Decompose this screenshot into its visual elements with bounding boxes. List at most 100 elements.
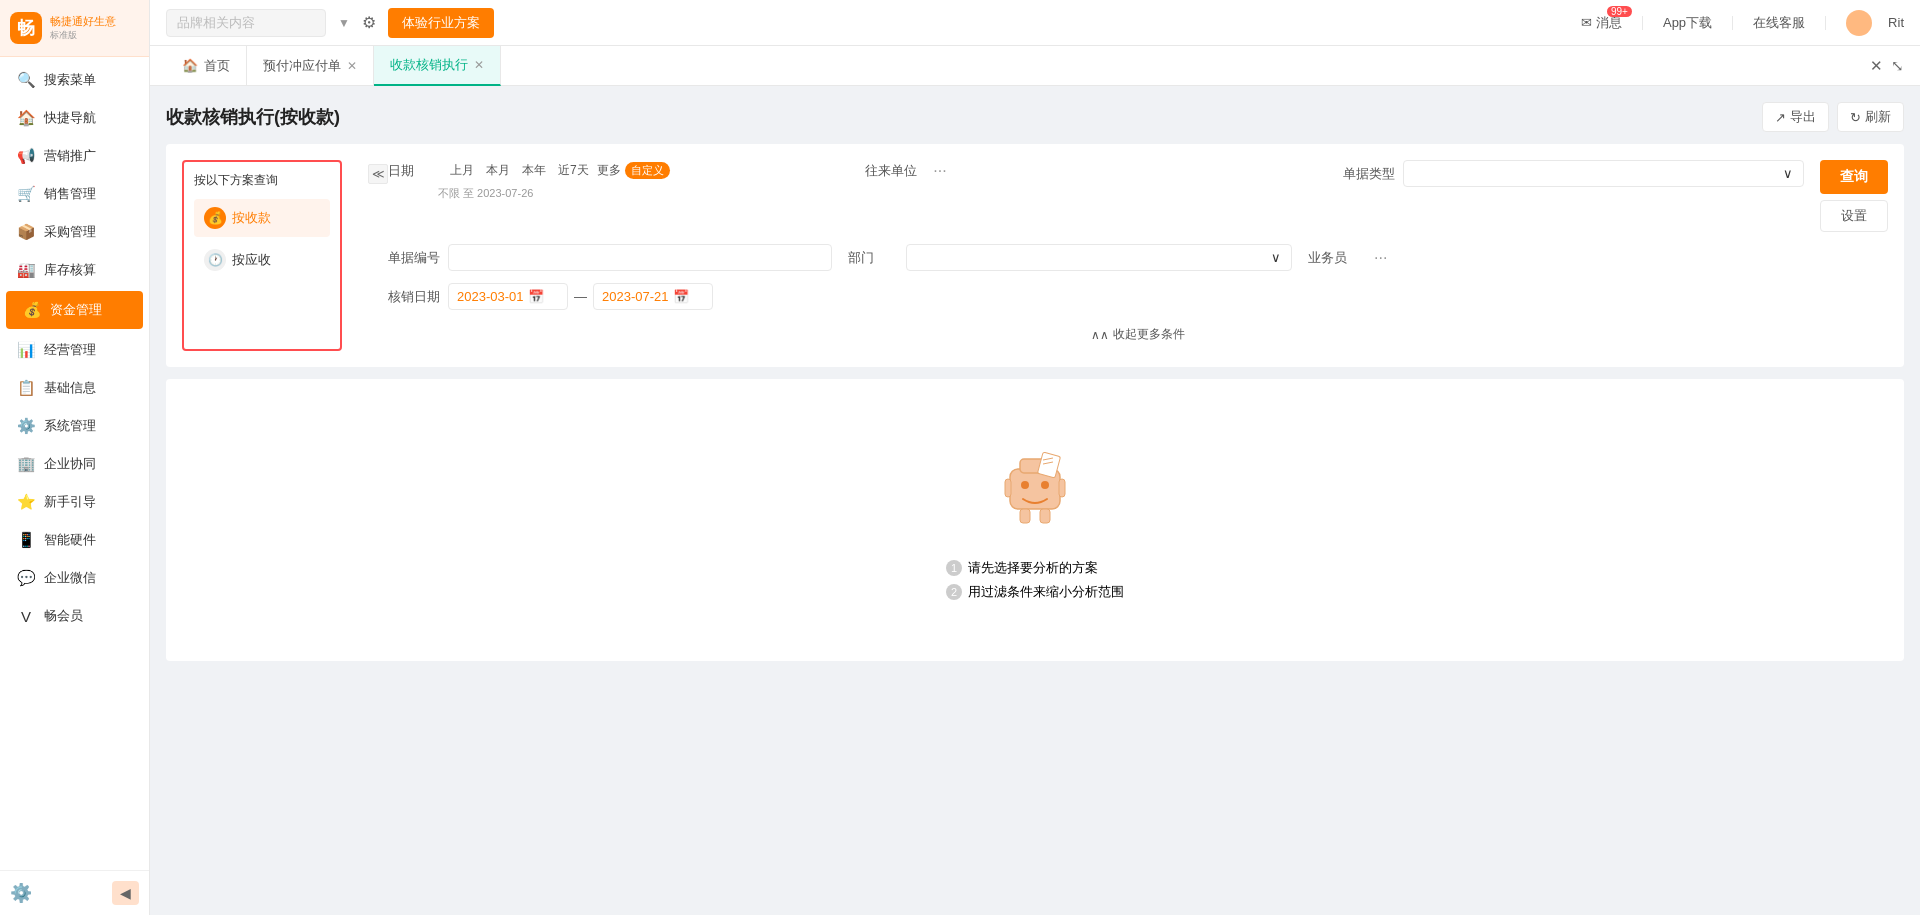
date-tab-7days[interactable]: 近7天: [554, 160, 593, 181]
tab-home-label: 首页: [204, 46, 230, 86]
sidebar-item-operation[interactable]: 📊经营管理: [0, 331, 149, 369]
logo-badge: 标准版: [50, 29, 116, 42]
sidebar-item-funds[interactable]: 💰资金管理: [6, 291, 143, 329]
doc-no-input[interactable]: [448, 244, 832, 271]
staff-input[interactable]: ···: [1366, 247, 1395, 269]
sidebar-bottom: ⚙️ ◀: [0, 870, 149, 915]
setting-btn[interactable]: 设置: [1820, 200, 1888, 232]
sidebar-item-enterprise[interactable]: 🏢企业协同: [0, 445, 149, 483]
page-content: 收款核销执行(按收款) ↗ 导出 ↻ 刷新 按以下方案查询 💰 按收款: [150, 86, 1920, 915]
svg-rect-7: [1040, 509, 1050, 523]
empty-hint-2-text: 用过滤条件来缩小分析范围: [968, 583, 1124, 601]
chevron-down-icon[interactable]: ▼: [338, 16, 350, 30]
date-tab-this-month[interactable]: 本月: [482, 160, 514, 181]
calendar-start-icon: 📅: [528, 289, 544, 304]
sidebar-item-basic[interactable]: 📋基础信息: [0, 369, 149, 407]
collapse-more-btn[interactable]: ∧∧ 收起更多条件: [388, 318, 1888, 351]
empty-hint-2: 2 用过滤条件来缩小分析范围: [946, 583, 1124, 601]
divider-3: [1825, 16, 1826, 30]
sidebar-nav: 🔍搜索菜单🏠快捷导航📢营销推广🛒销售管理📦采购管理🏭库存核算💰资金管理📊经营管理…: [0, 57, 149, 870]
export-btn[interactable]: ↗ 导出: [1762, 102, 1829, 132]
weixin-icon: 💬: [16, 569, 36, 587]
query-btn[interactable]: 查询: [1820, 160, 1888, 194]
sidebar-item-marketing[interactable]: 📢营销推广: [0, 137, 149, 175]
query-btn-col: 查询 设置: [1820, 160, 1888, 232]
svg-point-2: [1021, 481, 1029, 489]
sidebar-item-search[interactable]: 🔍搜索菜单: [0, 61, 149, 99]
sidebar-item-system[interactable]: ⚙️系统管理: [0, 407, 149, 445]
date-custom-tag[interactable]: 自定义: [625, 162, 670, 179]
sidebar-item-weixin[interactable]: 💬企业微信: [0, 559, 149, 597]
sidebar-item-sales[interactable]: 🛒销售管理: [0, 175, 149, 213]
filter-option-by-receivable[interactable]: 🕐 按应收: [194, 241, 330, 279]
write-off-end-input[interactable]: 2023-07-21 📅: [593, 283, 713, 310]
counterparty-input[interactable]: ···: [925, 160, 954, 182]
date-tabs: 上月 本月 本年 近7天 更多 自定义: [446, 160, 670, 181]
top-header: 品牌相关内容 ▼ ⚙ 体验行业方案 ✉ 消息 99+ App下载 在线客服 Ri…: [150, 0, 1920, 46]
empty-illustration: [985, 439, 1085, 539]
message-area[interactable]: ✉ 消息 99+: [1581, 14, 1622, 32]
tab-close-all-btn[interactable]: ✕: [1870, 57, 1883, 75]
staff-label: 业务员: [1308, 249, 1358, 267]
filter-collapse-btn[interactable]: ≪: [368, 164, 388, 184]
date-tab-this-year[interactable]: 本年: [518, 160, 550, 181]
tab-actions: ✕ ⤡: [1870, 57, 1904, 75]
tab-collection-close[interactable]: ✕: [474, 45, 484, 85]
divider-2: [1732, 16, 1733, 30]
enterprise-icon: 🏢: [16, 455, 36, 473]
counterparty-label: 往来单位: [865, 162, 917, 180]
tab-collection[interactable]: 收款核销执行 ✕: [374, 46, 501, 86]
date-tab-last-month[interactable]: 上月: [446, 160, 478, 181]
dept-chevron: ∨: [1271, 250, 1281, 265]
brand-input[interactable]: 品牌相关内容: [166, 9, 326, 37]
doc-type-label: 单据类型: [1343, 165, 1395, 183]
solution-btn[interactable]: 体验行业方案: [388, 8, 494, 38]
dept-label: 部门: [848, 249, 898, 267]
write-off-end-value: 2023-07-21: [602, 289, 669, 304]
empty-state: 1 请先选择要分析的方案 2 用过滤条件来缩小分析范围: [166, 379, 1904, 661]
receivable-option-label: 按应收: [232, 251, 271, 269]
refresh-btn[interactable]: ↻ 刷新: [1837, 102, 1904, 132]
hardware-icon: 📱: [16, 531, 36, 549]
sidebar-item-purchase[interactable]: 📦采购管理: [0, 213, 149, 251]
collapse-sidebar-icon[interactable]: ◀: [112, 881, 139, 905]
collapse-icon: ∧∧: [1091, 328, 1109, 342]
sidebar-item-hardware[interactable]: 📱智能硬件: [0, 521, 149, 559]
receivable-option-icon: 🕐: [204, 249, 226, 271]
sidebar-item-quick-nav[interactable]: 🏠快捷导航: [0, 99, 149, 137]
doc-type-chevron: ∨: [1783, 166, 1793, 181]
dept-select[interactable]: ∨: [906, 244, 1292, 271]
filter-container: 按以下方案查询 💰 按收款 🕐 按应收 ≪ 日期: [166, 144, 1904, 367]
svg-rect-6: [1020, 509, 1030, 523]
divider-1: [1642, 16, 1643, 30]
write-off-start-input[interactable]: 2023-03-01 📅: [448, 283, 568, 310]
settings-gear-icon[interactable]: ⚙: [362, 13, 376, 32]
empty-hint-1-text: 请先选择要分析的方案: [968, 559, 1098, 577]
user-name[interactable]: Rit: [1888, 15, 1904, 30]
sidebar-item-guide[interactable]: ⭐新手引导: [0, 483, 149, 521]
search-icon: 🔍: [16, 71, 36, 89]
sidebar-item-member[interactable]: V畅会员: [0, 597, 149, 635]
doc-type-select[interactable]: ∨: [1403, 160, 1804, 187]
message-count-badge: 99+: [1607, 6, 1632, 17]
svg-rect-4: [1005, 479, 1011, 497]
user-avatar[interactable]: [1846, 10, 1872, 36]
page-header: 收款核销执行(按收款) ↗ 导出 ↻ 刷新: [166, 102, 1904, 132]
tab-bar: 🏠 首页 预付冲应付单 ✕ 收款核销执行 ✕ ✕ ⤡: [150, 46, 1920, 86]
date-tab-more[interactable]: 更多: [597, 162, 621, 179]
logo-name: 畅捷通好生意: [50, 14, 116, 28]
settings-icon[interactable]: ⚙️: [10, 882, 32, 904]
header-left: 品牌相关内容 ▼ ⚙ 体验行业方案: [166, 8, 494, 38]
app-logo: 畅 畅捷通好生意 标准版: [0, 0, 149, 57]
refresh-icon: ↻: [1850, 110, 1861, 125]
sidebar-item-inventory[interactable]: 🏭库存核算: [0, 251, 149, 289]
tab-prepay-close[interactable]: ✕: [347, 46, 357, 86]
customer-service-link[interactable]: 在线客服: [1753, 14, 1805, 32]
tab-prepay[interactable]: 预付冲应付单 ✕: [247, 46, 374, 86]
filter-option-by-receipt[interactable]: 💰 按收款: [194, 199, 330, 237]
purchase-icon: 📦: [16, 223, 36, 241]
tab-expand-btn[interactable]: ⤡: [1891, 57, 1904, 75]
tab-home[interactable]: 🏠 首页: [166, 46, 247, 86]
app-download-link[interactable]: App下载: [1663, 14, 1712, 32]
write-off-date-range: 2023-03-01 📅 — 2023-07-21 📅: [448, 283, 713, 310]
